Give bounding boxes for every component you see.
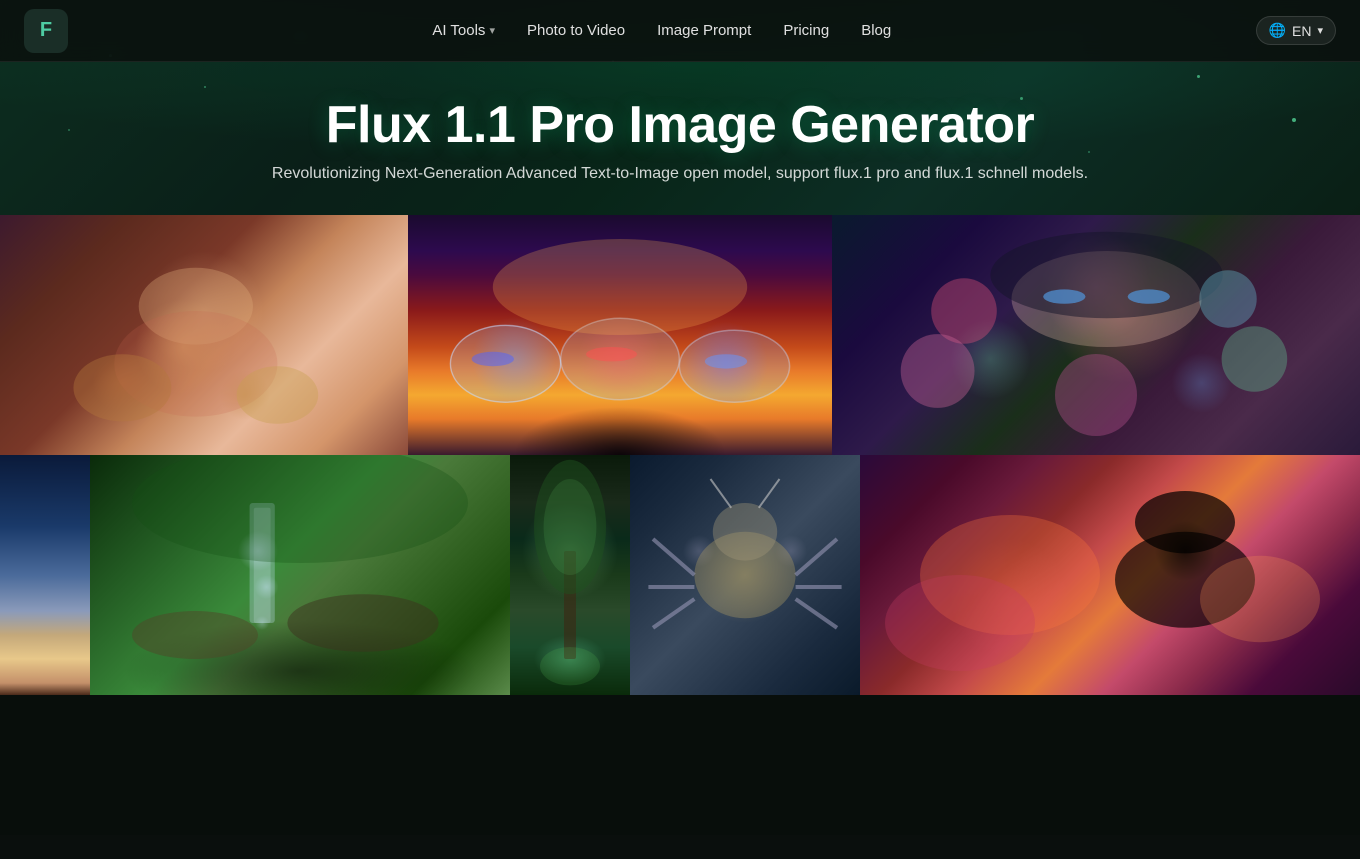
chevron-down-icon: ▾ — [1317, 24, 1323, 37]
gallery-item-girl-teddy[interactable] — [0, 215, 408, 455]
globe-icon: 🌐 — [1269, 22, 1286, 39]
gallery-item-anime-girl[interactable] — [832, 215, 1360, 455]
nav-item-pricing[interactable]: Pricing — [783, 22, 829, 39]
gallery-item-tree[interactable] — [510, 455, 630, 695]
gallery-item-silhouette[interactable] — [860, 455, 1360, 695]
nav-label-image-prompt: Image Prompt — [657, 22, 751, 39]
gallery — [0, 215, 1360, 695]
gallery-item-robot[interactable] — [630, 455, 860, 695]
image-anime-girl — [832, 215, 1360, 455]
image-glowing-tree — [510, 455, 630, 695]
nav-item-photo-to-video[interactable]: Photo to Video — [527, 22, 625, 39]
logo-text: F — [40, 19, 52, 42]
navbar-right: 🌐 EN ▾ — [1256, 16, 1336, 45]
image-fish-bowls — [408, 215, 832, 455]
navbar-left: F — [24, 9, 68, 53]
hero-subtitle: Revolutionizing Next-Generation Advanced… — [272, 165, 1088, 183]
nav-item-blog[interactable]: Blog — [861, 22, 891, 39]
nav-label-ai-tools: AI Tools — [432, 22, 485, 39]
gallery-item-fish-bowls[interactable] — [408, 215, 832, 455]
navbar: F AI Tools ▾ Photo to Video Image Prompt… — [0, 0, 1360, 62]
gallery-item-waterfall[interactable] — [90, 455, 510, 695]
nav-label-blog: Blog — [861, 22, 891, 39]
image-waterfall — [90, 455, 510, 695]
hero-title: Flux 1.1 Pro Image Generator — [326, 95, 1034, 155]
image-sunset — [0, 455, 90, 695]
logo[interactable]: F — [24, 9, 68, 53]
image-silhouette-art — [860, 455, 1360, 695]
nav-item-ai-tools[interactable]: AI Tools ▾ — [432, 22, 495, 39]
language-button[interactable]: 🌐 EN ▾ — [1256, 16, 1336, 45]
lang-label: EN — [1292, 23, 1311, 39]
below-gallery — [0, 695, 1360, 835]
navbar-center: AI Tools ▾ Photo to Video Image Prompt P… — [432, 22, 891, 39]
image-girl-teddy — [0, 215, 408, 455]
gallery-row2 — [0, 455, 1360, 695]
nav-label-pricing: Pricing — [783, 22, 829, 39]
chevron-down-icon: ▾ — [489, 24, 495, 37]
image-robot-ant — [630, 455, 860, 695]
gallery-item-sunset[interactable] — [0, 455, 90, 695]
gallery-row1 — [0, 215, 1360, 455]
nav-item-image-prompt[interactable]: Image Prompt — [657, 22, 751, 39]
nav-label-photo-to-video: Photo to Video — [527, 22, 625, 39]
